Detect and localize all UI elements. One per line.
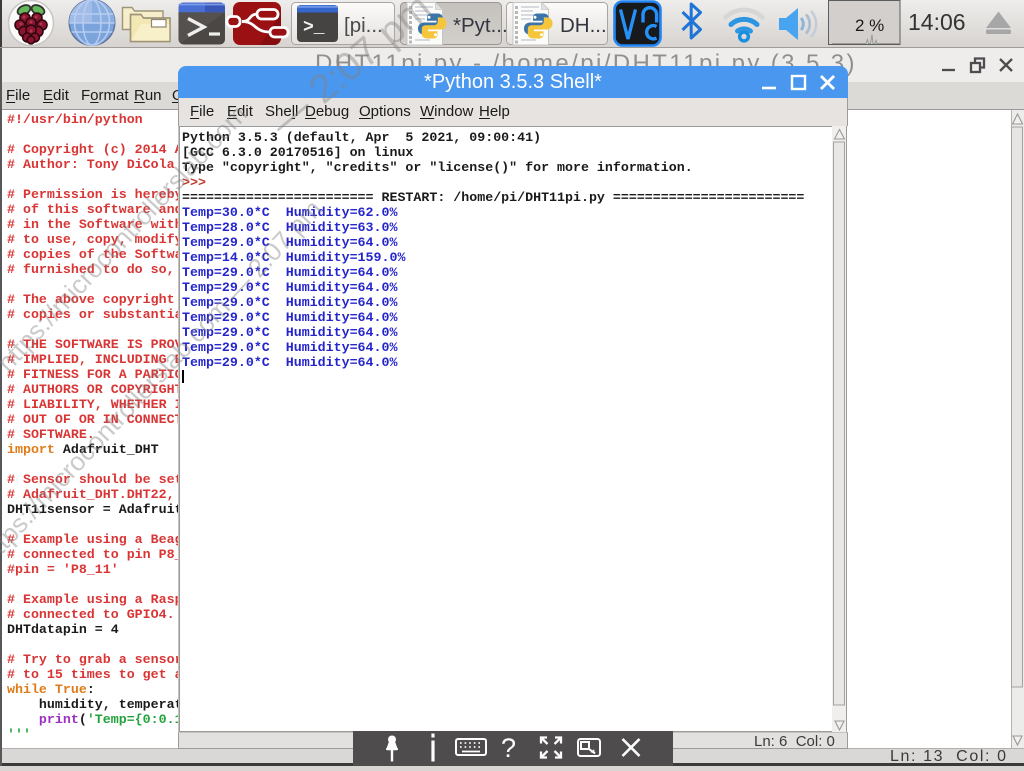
svg-text:*Pyt...: *Pyt... (453, 14, 508, 37)
svg-text:2 %: 2 % (855, 16, 884, 35)
svg-text:?: ? (501, 733, 516, 763)
svg-text:>_: >_ (303, 18, 325, 38)
svg-text:DH...: DH... (560, 14, 607, 37)
svg-text:14:06: 14:06 (908, 9, 966, 35)
